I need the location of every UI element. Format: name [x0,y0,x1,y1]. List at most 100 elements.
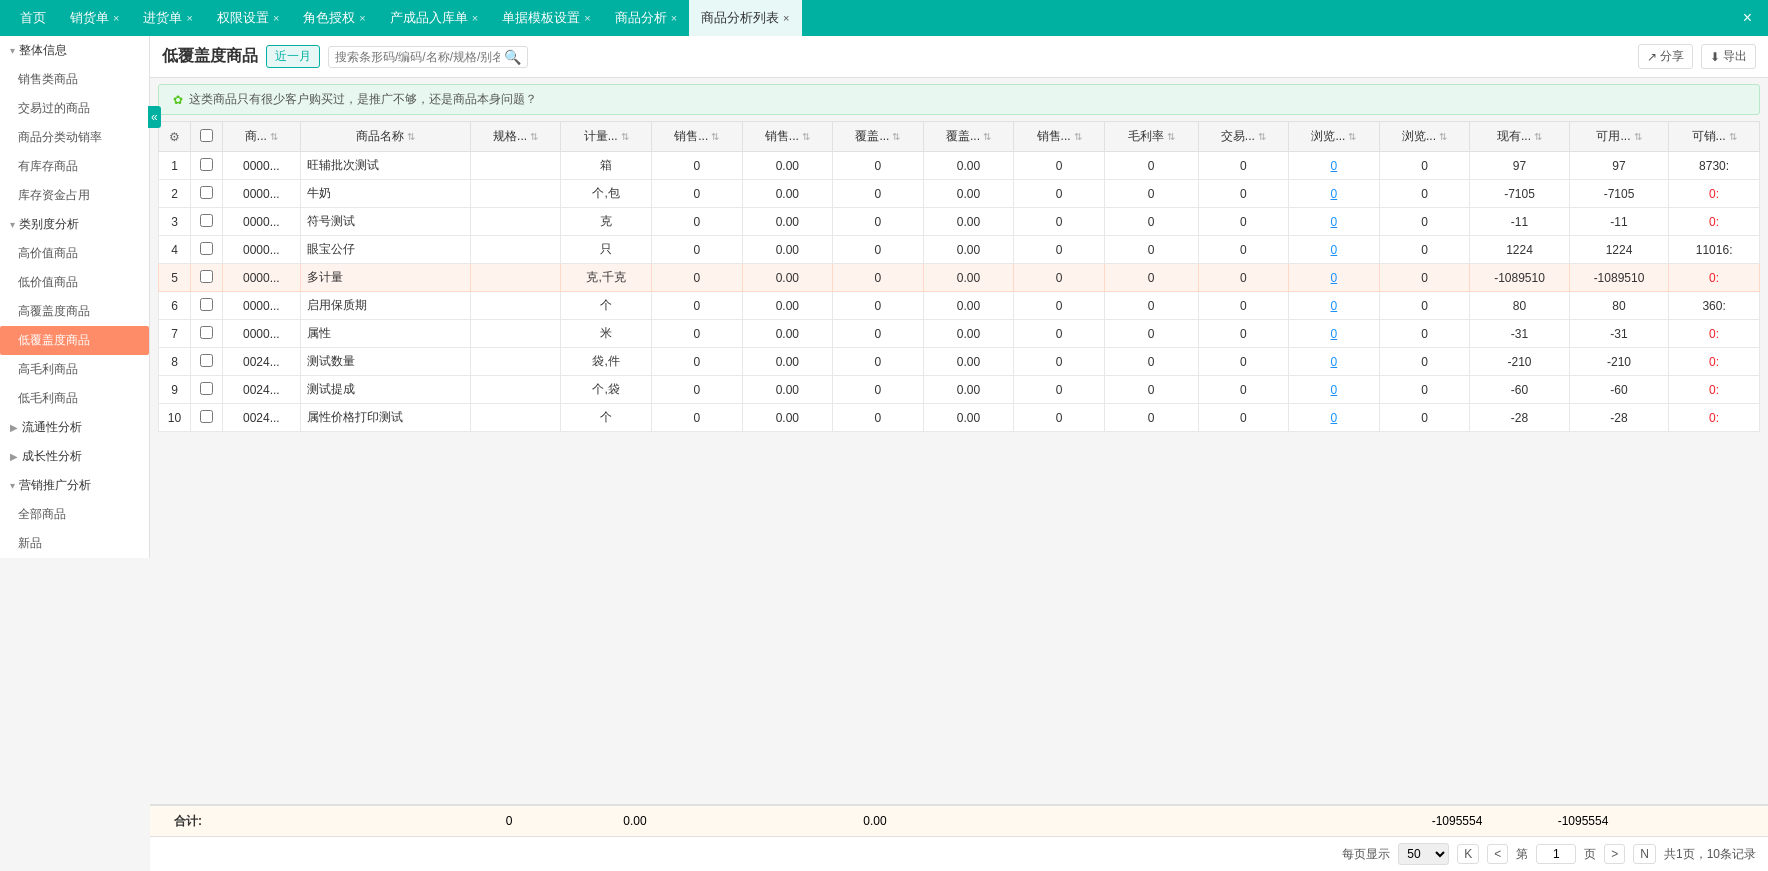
sort-cover2-icon[interactable]: ⇅ [983,131,991,142]
row-select-checkbox[interactable] [200,186,213,199]
sidebar-item-high-coverage[interactable]: 高覆盖度商品 [0,297,149,326]
sidebar-item-all-goods[interactable]: 全部商品 [0,500,149,529]
row-col13[interactable]: 0 [1289,236,1380,264]
sidebar-group-growth[interactable]: ▶ 成长性分析 [0,442,149,471]
select-all-checkbox[interactable] [200,129,213,142]
nav-instock[interactable]: 产成品入库单 × [378,0,490,36]
row-select-checkbox[interactable] [200,158,213,171]
sort-view2-icon[interactable]: ⇅ [1439,131,1447,142]
nav-permission-close[interactable]: × [273,12,279,24]
th-sellable: 可销...⇅ [1669,122,1760,152]
sort-sale2-icon[interactable]: ⇅ [802,131,810,142]
sort-spec-icon[interactable]: ⇅ [530,131,538,142]
row-checkbox[interactable] [191,236,223,264]
nav-role[interactable]: 角色授权 × [291,0,377,36]
prev-page-btn[interactable]: < [1487,844,1508,864]
sort-current-icon[interactable]: ⇅ [1534,131,1542,142]
window-close-btn[interactable]: × [1735,9,1760,27]
sidebar-item-in-stock[interactable]: 有库存商品 [0,152,149,181]
row-select-checkbox[interactable] [200,298,213,311]
date-filter-month[interactable]: 近一月 [266,45,320,68]
nav-analysis-close[interactable]: × [671,12,677,24]
nav-analysis-list-close[interactable]: × [783,12,789,24]
nav-purchase[interactable]: 进货单 × [131,0,204,36]
row-select-checkbox[interactable] [200,214,213,227]
nav-sales-close[interactable]: × [113,12,119,24]
sidebar-item-low-coverage[interactable]: 低覆盖度商品 [0,326,149,355]
sort-margin-icon[interactable]: ⇅ [1167,131,1175,142]
sort-cover1-icon[interactable]: ⇅ [892,131,900,142]
row-checkbox[interactable] [191,180,223,208]
nav-home[interactable]: 首页 [8,0,58,36]
sort-code-icon[interactable]: ⇅ [270,131,278,142]
settings-icon[interactable]: ⚙ [169,130,180,144]
sort-unit-icon[interactable]: ⇅ [621,131,629,142]
row-col13[interactable]: 0 [1289,348,1380,376]
nav-analysis-list[interactable]: 商品分析列表 × [689,0,801,36]
row-col13[interactable]: 0 [1289,180,1380,208]
search-input[interactable] [335,50,500,64]
nav-purchase-close[interactable]: × [186,12,192,24]
last-page-btn[interactable]: N [1633,844,1656,864]
page-size-select[interactable]: 50 20 100 [1398,843,1449,865]
row-col13[interactable]: 0 [1289,404,1380,432]
row-checkbox[interactable] [191,320,223,348]
sidebar-collapse-btn[interactable]: « [148,106,161,128]
sidebar-item-high-value[interactable]: 高价值商品 [0,239,149,268]
export-btn[interactable]: ⬇ 导出 [1701,44,1756,69]
nav-analysis[interactable]: 商品分析 × [603,0,689,36]
sort-trade-icon[interactable]: ⇅ [1258,131,1266,142]
next-page-btn[interactable]: > [1604,844,1625,864]
table-wrapper[interactable]: ⚙ 商...⇅ 商品名称⇅ 规格...⇅ 计量...⇅ 销售...⇅ 销售...… [158,121,1760,804]
search-icon[interactable]: 🔍 [504,49,521,65]
row-checkbox[interactable] [191,208,223,236]
row-checkbox[interactable] [191,404,223,432]
nav-permission[interactable]: 权限设置 × [205,0,291,36]
row-checkbox[interactable] [191,376,223,404]
sort-sellable-icon[interactable]: ⇅ [1729,131,1737,142]
nav-template-close[interactable]: × [584,12,590,24]
sort-sale1-icon[interactable]: ⇅ [711,131,719,142]
row-select-checkbox[interactable] [200,270,213,283]
sidebar-item-low-profit[interactable]: 低毛利商品 [0,384,149,413]
sort-name-icon[interactable]: ⇅ [407,131,415,142]
sidebar-item-stock-capital[interactable]: 库存资金占用 [0,181,149,210]
sort-available-icon[interactable]: ⇅ [1634,131,1642,142]
sidebar-group-marketing[interactable]: ▾ 营销推广分析 [0,471,149,500]
row-select-checkbox[interactable] [200,242,213,255]
row-checkbox[interactable] [191,264,223,292]
nav-instock-close[interactable]: × [472,12,478,24]
sidebar-item-high-profit[interactable]: 高毛利商品 [0,355,149,384]
row-col13[interactable]: 0 [1289,320,1380,348]
checkbox-col-header[interactable] [191,122,223,152]
sidebar-group-category[interactable]: ▾ 类别度分析 [0,210,149,239]
sidebar-item-category-rate[interactable]: 商品分类动销率 [0,123,149,152]
sidebar-group-liquidity[interactable]: ▶ 流通性分析 [0,413,149,442]
nav-sales[interactable]: 销货单 × [58,0,131,36]
row-col13[interactable]: 0 [1289,376,1380,404]
sidebar-item-low-value[interactable]: 低价值商品 [0,268,149,297]
row-checkbox[interactable] [191,292,223,320]
row-select-checkbox[interactable] [200,382,213,395]
row-col13[interactable]: 0 [1289,264,1380,292]
row-select-checkbox[interactable] [200,354,213,367]
row-select-checkbox[interactable] [200,410,213,423]
sidebar-item-sales-goods[interactable]: 销售类商品 [0,65,149,94]
row-col13[interactable]: 0 [1289,208,1380,236]
sort-sale3-icon[interactable]: ⇅ [1074,131,1082,142]
nav-template[interactable]: 单据模板设置 × [490,0,602,36]
sort-view1-icon[interactable]: ⇅ [1348,131,1356,142]
row-checkbox[interactable] [191,152,223,180]
nav-role-close[interactable]: × [359,12,365,24]
first-page-btn[interactable]: K [1457,844,1479,864]
row-checkbox[interactable] [191,348,223,376]
row-col13[interactable]: 0 [1289,152,1380,180]
settings-col-header[interactable]: ⚙ [159,122,191,152]
share-btn[interactable]: ↗ 分享 [1638,44,1693,69]
row-select-checkbox[interactable] [200,326,213,339]
page-number-input[interactable] [1536,844,1576,864]
sidebar-item-traded-goods[interactable]: 交易过的商品 [0,94,149,123]
row-col13[interactable]: 0 [1289,292,1380,320]
sidebar-group-overview[interactable]: ▾ 整体信息 [0,36,149,65]
sidebar-item-new-goods[interactable]: 新品 [0,529,149,558]
